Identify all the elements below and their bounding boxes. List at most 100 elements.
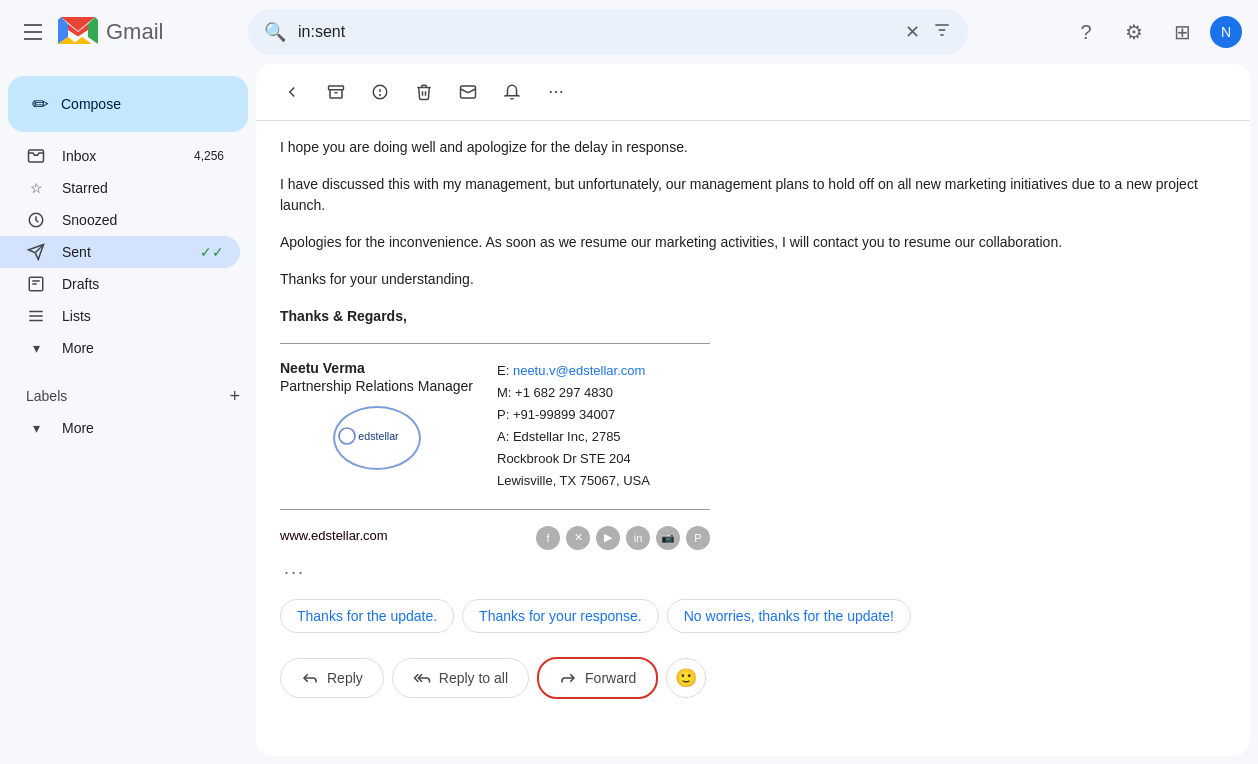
signature-divider [280, 343, 710, 344]
svg-text:edstellar: edstellar [358, 430, 399, 442]
email-actions: Reply Reply to all Forward 🙂 [280, 645, 1226, 715]
svg-point-19 [550, 91, 552, 93]
sig-address-line2: Rockbrook Dr STE 204 [497, 448, 650, 470]
facebook-icon[interactable]: f [536, 526, 560, 550]
sent-check: ✓✓ [200, 244, 224, 260]
labels-section: Labels + [0, 380, 256, 412]
smart-reply-3[interactable]: No worries, thanks for the update! [667, 599, 911, 633]
svg-point-20 [555, 91, 557, 93]
more-dots-button[interactable]: ··· [280, 558, 309, 587]
sig-mobile-value: +1 682 297 4830 [515, 385, 613, 400]
youtube-icon[interactable]: ▶ [596, 526, 620, 550]
svg-rect-12 [329, 86, 344, 90]
user-avatar[interactable]: N [1210, 16, 1242, 48]
search-options-icon[interactable] [924, 16, 952, 49]
more-options-button[interactable] [536, 72, 576, 112]
svg-point-16 [380, 95, 381, 96]
settings-icon[interactable]: ⚙ [1114, 12, 1154, 52]
reply-all-label: Reply to all [439, 670, 508, 686]
search-bar[interactable]: 🔍 in:sent ✕ [248, 9, 968, 55]
twitter-icon[interactable]: ✕ [566, 526, 590, 550]
reply-label: Reply [327, 670, 363, 686]
sig-mobile-label: M: [497, 385, 511, 400]
signature-block: Neetu Verma Partnership Relations Manage… [280, 360, 1226, 493]
labels-title: Labels [26, 388, 67, 404]
email-closing: Thanks & Regards, [280, 306, 1226, 327]
sidebar-item-sent[interactable]: Sent ✓✓ [0, 236, 240, 268]
svg-point-22 [339, 428, 355, 444]
hamburger-menu[interactable] [16, 16, 50, 48]
more-label: More [62, 340, 224, 356]
smart-reply-2[interactable]: Thanks for your response. [462, 599, 659, 633]
help-icon[interactable]: ? [1066, 12, 1106, 52]
search-clear-icon[interactable]: ✕ [901, 17, 924, 47]
snooze-button[interactable] [492, 72, 532, 112]
sig-address-line3: Lewisville, TX 75067, USA [497, 470, 650, 492]
sidebar-item-more[interactable]: ▾ More [0, 332, 240, 364]
labels-add-icon[interactable]: + [229, 386, 240, 407]
topbar: Gmail 🔍 in:sent ✕ ? ⚙ ⊞ N [0, 0, 1258, 64]
forward-label: Forward [585, 670, 636, 686]
sig-address-val3: Lewisville, TX 75067, USA [497, 473, 650, 488]
back-button[interactable] [272, 72, 312, 112]
sidebar-item-snoozed[interactable]: Snoozed [0, 204, 240, 236]
sidebar-item-starred[interactable]: ☆ Starred [0, 172, 240, 204]
email-panel: I hope you are doing well and apologize … [256, 64, 1250, 756]
email-body-line-3: Apologies for the inconvenience. As soon… [280, 232, 1226, 253]
compose-button[interactable]: ✏ Compose [8, 76, 248, 132]
inbox-label: Inbox [62, 148, 178, 164]
gmail-text-label: Gmail [106, 19, 163, 45]
sig-address-val2: Rockbrook Dr STE 204 [497, 451, 631, 466]
apps-icon[interactable]: ⊞ [1162, 12, 1202, 52]
spam-button[interactable] [360, 72, 400, 112]
linkedin-icon[interactable]: in [626, 526, 650, 550]
drafts-icon [26, 275, 46, 293]
sig-email-line: E: neetu.v@edstellar.com [497, 360, 650, 382]
emoji-button[interactable]: 🙂 [666, 658, 706, 698]
social-icons: f ✕ ▶ in 📷 P [536, 526, 710, 550]
app-container: Gmail 🔍 in:sent ✕ ? ⚙ ⊞ N ✏ Compose [0, 0, 1258, 764]
sig-website-link[interactable]: www.edstellar.com [280, 528, 388, 543]
more-chevron-icon: ▾ [26, 340, 46, 356]
email-body-line-2: I have discussed this with my management… [280, 174, 1226, 216]
sig-address-val1: Edstellar Inc, 2785 [513, 429, 621, 444]
forward-button[interactable]: Forward [537, 657, 658, 699]
sig-address-label: A: [497, 429, 509, 444]
labels-more-icon: ▾ [26, 420, 46, 436]
snoozed-label: Snoozed [62, 212, 224, 228]
mark-unread-button[interactable] [448, 72, 488, 112]
sig-phone-value: +91-99899 34007 [513, 407, 615, 422]
snoozed-icon [26, 211, 46, 229]
email-body-line-4: Thanks for your understanding. [280, 269, 1226, 290]
sent-label: Sent [62, 244, 184, 260]
pinterest-icon[interactable]: P [686, 526, 710, 550]
email-content: I hope you are doing well and apologize … [256, 121, 1250, 756]
sig-name: Neetu Verma [280, 360, 473, 376]
drafts-label: Drafts [62, 276, 224, 292]
sidebar-item-labels-more[interactable]: ▾ More [0, 412, 240, 444]
sidebar: ✏ Compose Inbox 4,256 ☆ Starred Snoozed [0, 64, 256, 764]
sidebar-item-lists[interactable]: Lists [0, 300, 240, 332]
instagram-icon[interactable]: 📷 [656, 526, 680, 550]
sig-address-line1: A: Edstellar Inc, 2785 [497, 426, 650, 448]
inbox-icon [26, 147, 46, 165]
gmail-logo-icon [58, 17, 98, 47]
sidebar-item-inbox[interactable]: Inbox 4,256 [0, 140, 240, 172]
archive-button[interactable] [316, 72, 356, 112]
search-input[interactable]: in:sent [298, 23, 901, 41]
labels-more-label: More [62, 420, 224, 436]
reply-all-button[interactable]: Reply to all [392, 658, 529, 698]
edstellar-logo-circle: edstellar [333, 406, 421, 470]
lists-label: Lists [62, 308, 224, 324]
delete-button[interactable] [404, 72, 444, 112]
smart-reply-1[interactable]: Thanks for the update. [280, 599, 454, 633]
sig-email-link[interactable]: neetu.v@edstellar.com [513, 363, 645, 378]
sidebar-item-drafts[interactable]: Drafts [0, 268, 240, 300]
signature-left: Neetu Verma Partnership Relations Manage… [280, 360, 473, 470]
topbar-logo: Gmail [16, 16, 236, 48]
svg-point-21 [560, 91, 562, 93]
reply-button[interactable]: Reply [280, 658, 384, 698]
starred-icon: ☆ [26, 180, 46, 196]
main-area: ✏ Compose Inbox 4,256 ☆ Starred Snoozed [0, 64, 1258, 764]
edstellar-logo-text: edstellar [337, 421, 417, 456]
